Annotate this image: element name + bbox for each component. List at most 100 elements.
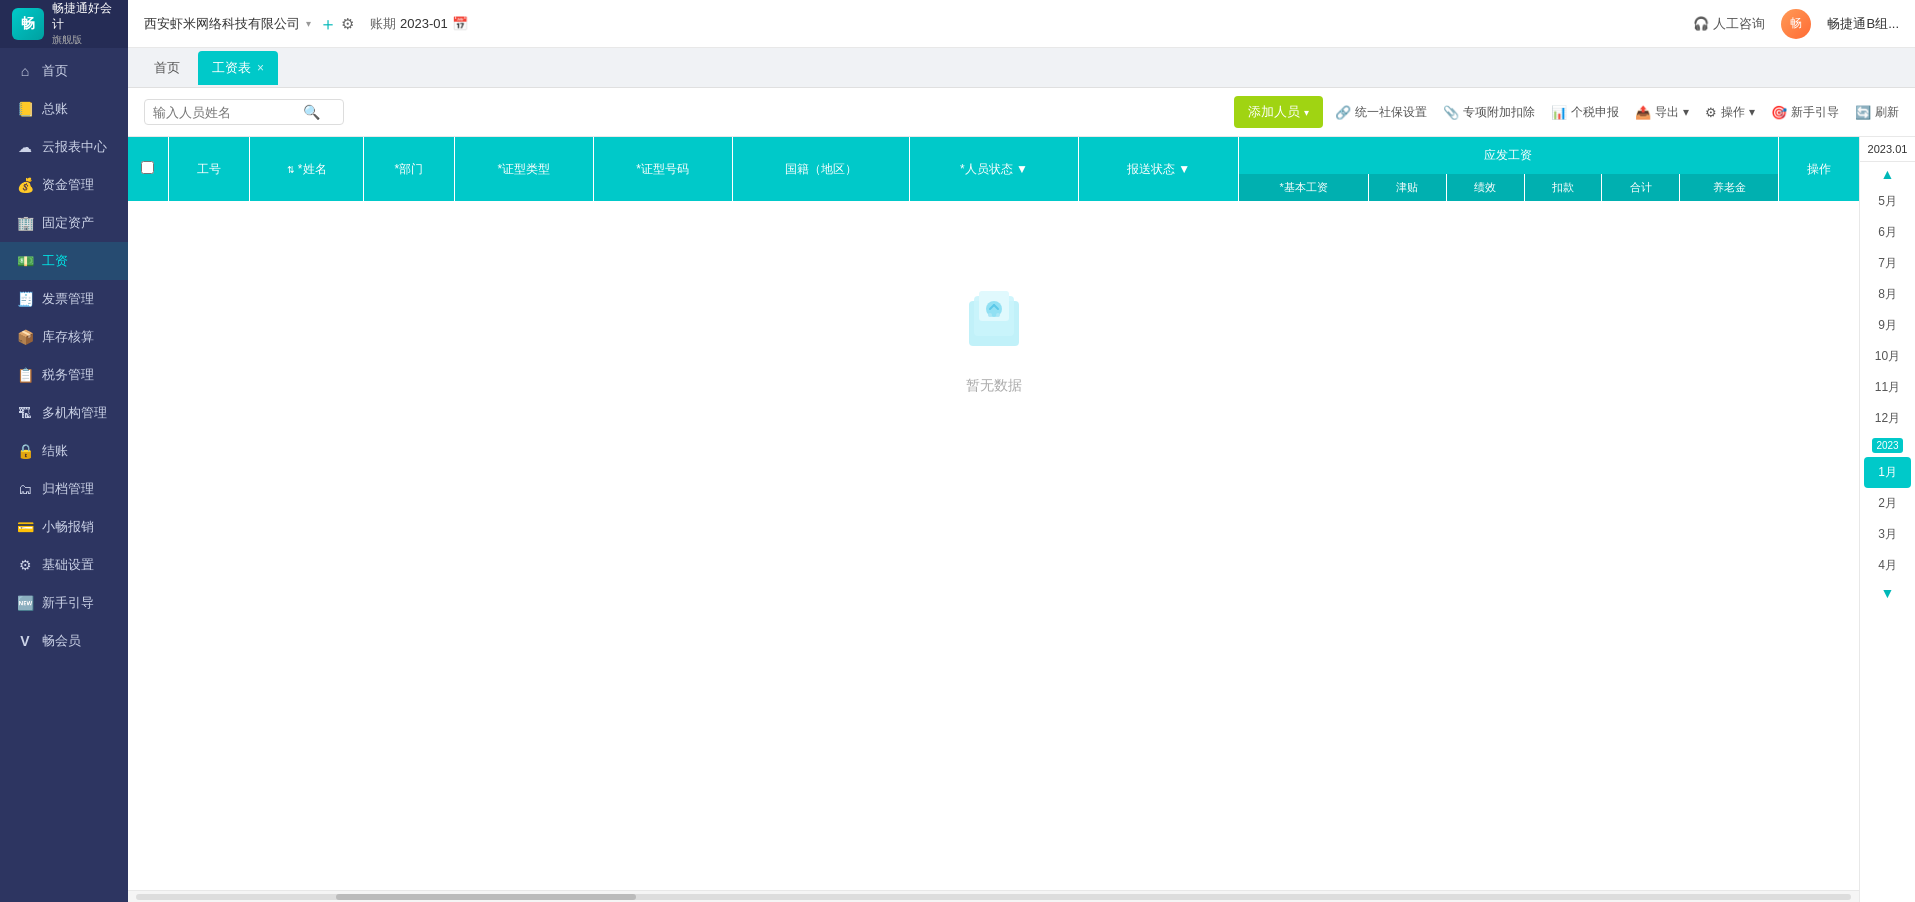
sidebar-item-member[interactable]: V 畅会员	[0, 622, 128, 660]
month-item-11[interactable]: 11月	[1860, 372, 1915, 403]
main-content: 西安虾米网络科技有限公司 ▾ ＋ ⚙ 账期 2023-01 📅 🎧 人工咨询 畅…	[128, 0, 1915, 902]
filter-icon2[interactable]: ▼	[1178, 162, 1190, 176]
th-emp-no: 工号	[168, 137, 250, 201]
sidebar-item-salary[interactable]: 💵 工资	[0, 242, 128, 280]
guide-toolbar-label: 新手引导	[1791, 104, 1839, 121]
tab-close-icon[interactable]: ×	[257, 61, 264, 75]
search-input[interactable]	[153, 105, 303, 120]
sidebar-item-ledger[interactable]: 📒 总账	[0, 90, 128, 128]
tab-home[interactable]: 首页	[140, 51, 194, 85]
month-item-10[interactable]: 10月	[1860, 341, 1915, 372]
sidebar-item-expense[interactable]: 💳 小畅报销	[0, 508, 128, 546]
company-settings-button[interactable]: ⚙	[341, 15, 354, 33]
headset-icon: 🎧	[1693, 16, 1709, 31]
sidebar-item-assets[interactable]: 🏢 固定资产	[0, 204, 128, 242]
month-item-9[interactable]: 9月	[1860, 310, 1915, 341]
sidebar-item-archive[interactable]: 🗂 归档管理	[0, 470, 128, 508]
tax-report-button[interactable]: 📊 个税申报	[1551, 104, 1619, 121]
checkbox-col-header	[128, 137, 168, 201]
th-salary-group: 应发工资	[1239, 137, 1779, 174]
sidebar-item-guide[interactable]: 🆕 新手引导	[0, 584, 128, 622]
company-dropdown-icon: ▾	[306, 18, 311, 29]
user-name[interactable]: 畅捷通B组...	[1827, 15, 1899, 33]
topbar: 西安虾米网络科技有限公司 ▾ ＋ ⚙ 账期 2023-01 📅 🎧 人工咨询 畅…	[128, 0, 1915, 48]
sidebar-item-home[interactable]: ⌂ 首页	[0, 52, 128, 90]
filter-icon[interactable]: ▼	[1016, 162, 1028, 176]
operate-icon: ⚙	[1705, 105, 1717, 120]
month-item-4[interactable]: 4月	[1860, 550, 1915, 581]
th-deduct: 扣款	[1524, 174, 1602, 201]
salary-table: 工号 ⇅ *姓名 *部门 *证型类型 *证型号码 国籍（地区） *人员状态 ▼	[128, 137, 1859, 475]
sidebar-item-close[interactable]: 🔒 结账	[0, 432, 128, 470]
empty-state: 暂无数据	[128, 201, 1859, 475]
company-name: 西安虾米网络科技有限公司	[144, 15, 300, 33]
user-avatar[interactable]: 畅	[1781, 9, 1811, 39]
guide-toolbar-button[interactable]: 🎯 新手引导	[1771, 104, 1839, 121]
sidebar-item-settings[interactable]: ⚙ 基础设置	[0, 546, 128, 584]
month-item-2[interactable]: 2月	[1860, 488, 1915, 519]
expense-icon: 💳	[16, 518, 34, 536]
month-item-3[interactable]: 3月	[1860, 519, 1915, 550]
operate-button[interactable]: ⚙ 操作 ▾	[1705, 104, 1755, 121]
refresh-icon: 🔄	[1855, 105, 1871, 120]
sidebar-item-multi-org[interactable]: 🏗 多机构管理	[0, 394, 128, 432]
salary-icon: 💵	[16, 252, 34, 270]
help-button[interactable]: 🎧 人工咨询	[1693, 15, 1765, 33]
special-deduct-label: 专项附加扣除	[1463, 104, 1535, 121]
archive-icon: 🗂	[16, 480, 34, 498]
cloud-icon: ☁	[16, 138, 34, 156]
tab-salary-table[interactable]: 工资表 ×	[198, 51, 278, 85]
th-allowance: 津贴	[1369, 174, 1447, 201]
add-company-button[interactable]: ＋	[319, 12, 337, 36]
sidebar-item-label: 总账	[42, 100, 68, 118]
social-security-icon: 🔗	[1335, 105, 1351, 120]
month-item-6[interactable]: 6月	[1860, 217, 1915, 248]
sidebar-item-label: 小畅报销	[42, 518, 94, 536]
social-security-button[interactable]: 🔗 统一社保设置	[1335, 104, 1427, 121]
month-item-8[interactable]: 8月	[1860, 279, 1915, 310]
sidebar-item-label: 新手引导	[42, 594, 94, 612]
month-item-1[interactable]: 1月	[1864, 457, 1911, 488]
company-selector[interactable]: 西安虾米网络科技有限公司 ▾	[144, 15, 311, 33]
tabbar: 首页 工资表 ×	[128, 48, 1915, 88]
logo: 畅 畅捷通好会计 旗舰版	[0, 0, 128, 48]
add-person-chevron-icon: ▾	[1304, 107, 1309, 118]
empty-icon	[954, 281, 1034, 361]
export-label: 导出	[1655, 104, 1679, 121]
sidebar-item-invoice[interactable]: 🧾 发票管理	[0, 280, 128, 318]
sort-icon: ⇅	[287, 165, 295, 175]
toolbar: 🔍 添加人员 ▾ 🔗 统一社保设置 📎 专项附加扣除 📊 个税申报 📤 导出 ▾	[128, 88, 1915, 137]
calendar-icon[interactable]: 📅	[452, 16, 468, 31]
sidebar-item-tax[interactable]: 📋 税务管理	[0, 356, 128, 394]
sidebar-item-label: 多机构管理	[42, 404, 107, 422]
sidebar-nav: ⌂ 首页 📒 总账 ☁ 云报表中心 💰 资金管理 🏢 固定资产 💵 工资 🧾 发…	[0, 48, 128, 902]
multi-org-icon: 🏗	[16, 404, 34, 422]
settings-icon: ⚙	[16, 556, 34, 574]
special-deduct-icon: 📎	[1443, 105, 1459, 120]
th-pension: 养老金	[1680, 174, 1779, 201]
export-chevron-icon: ▾	[1683, 105, 1689, 119]
sidebar-item-inventory[interactable]: 📦 库存核算	[0, 318, 128, 356]
month-panel-up-arrow[interactable]: ▲	[1860, 162, 1915, 186]
sidebar-item-label: 税务管理	[42, 366, 94, 384]
year-badge: 2023	[1872, 438, 1902, 453]
export-button[interactable]: 📤 导出 ▾	[1635, 104, 1689, 121]
month-item-7[interactable]: 7月	[1860, 248, 1915, 279]
month-panel-down-arrow[interactable]: ▼	[1860, 581, 1915, 605]
th-id-no: *证型号码	[593, 137, 732, 201]
refresh-button[interactable]: 🔄 刷新	[1855, 104, 1899, 121]
select-all-checkbox[interactable]	[141, 161, 154, 174]
add-person-button[interactable]: 添加人员 ▾	[1234, 96, 1323, 128]
table-scrollbar[interactable]	[128, 890, 1859, 902]
sidebar-item-label: 结账	[42, 442, 68, 460]
guide-toolbar-icon: 🎯	[1771, 105, 1787, 120]
search-icon[interactable]: 🔍	[303, 104, 320, 120]
operate-chevron-icon: ▾	[1749, 105, 1755, 119]
month-item-5[interactable]: 5月	[1860, 186, 1915, 217]
sidebar-item-funds[interactable]: 💰 资金管理	[0, 166, 128, 204]
month-item-12[interactable]: 12月	[1860, 403, 1915, 434]
sidebar-item-cloud-report[interactable]: ☁ 云报表中心	[0, 128, 128, 166]
th-name: ⇅ *姓名	[250, 137, 364, 201]
sidebar-item-label: 首页	[42, 62, 68, 80]
special-deduct-button[interactable]: 📎 专项附加扣除	[1443, 104, 1535, 121]
